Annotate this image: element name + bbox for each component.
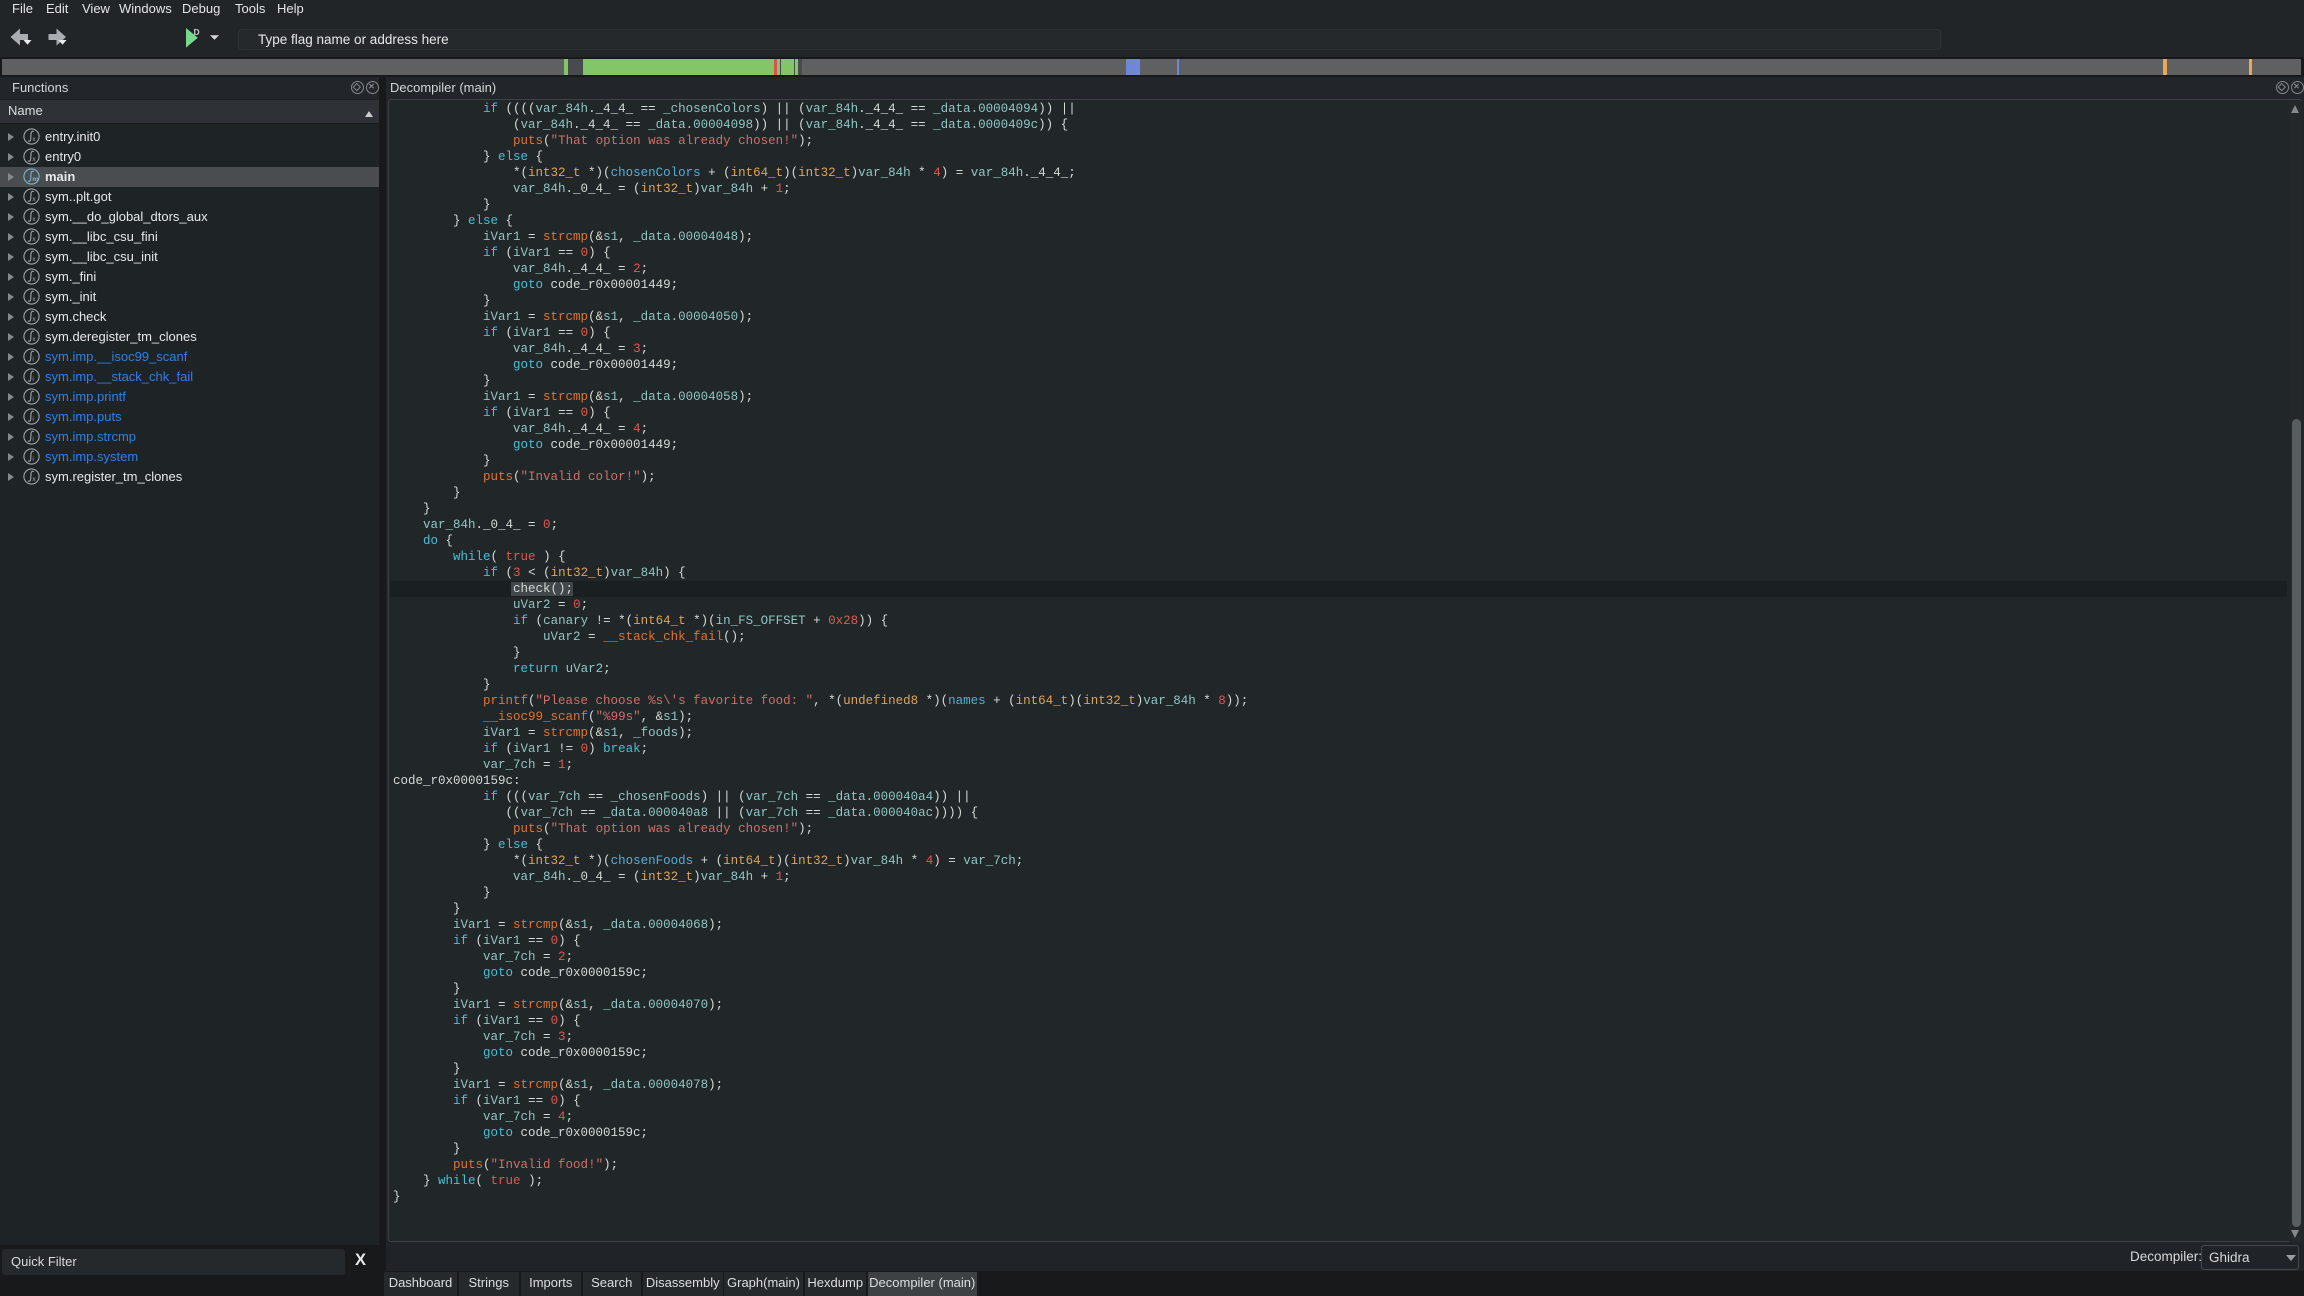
svg-text:i: i: [32, 396, 33, 403]
svg-text:D: D: [194, 28, 200, 37]
svg-text:i: i: [32, 456, 33, 463]
svg-text:i: i: [32, 436, 33, 443]
svg-text:i: i: [32, 376, 33, 383]
svg-text:i: i: [32, 356, 33, 363]
svg-text:i: i: [32, 416, 33, 423]
svg-text:m: m: [32, 176, 38, 183]
